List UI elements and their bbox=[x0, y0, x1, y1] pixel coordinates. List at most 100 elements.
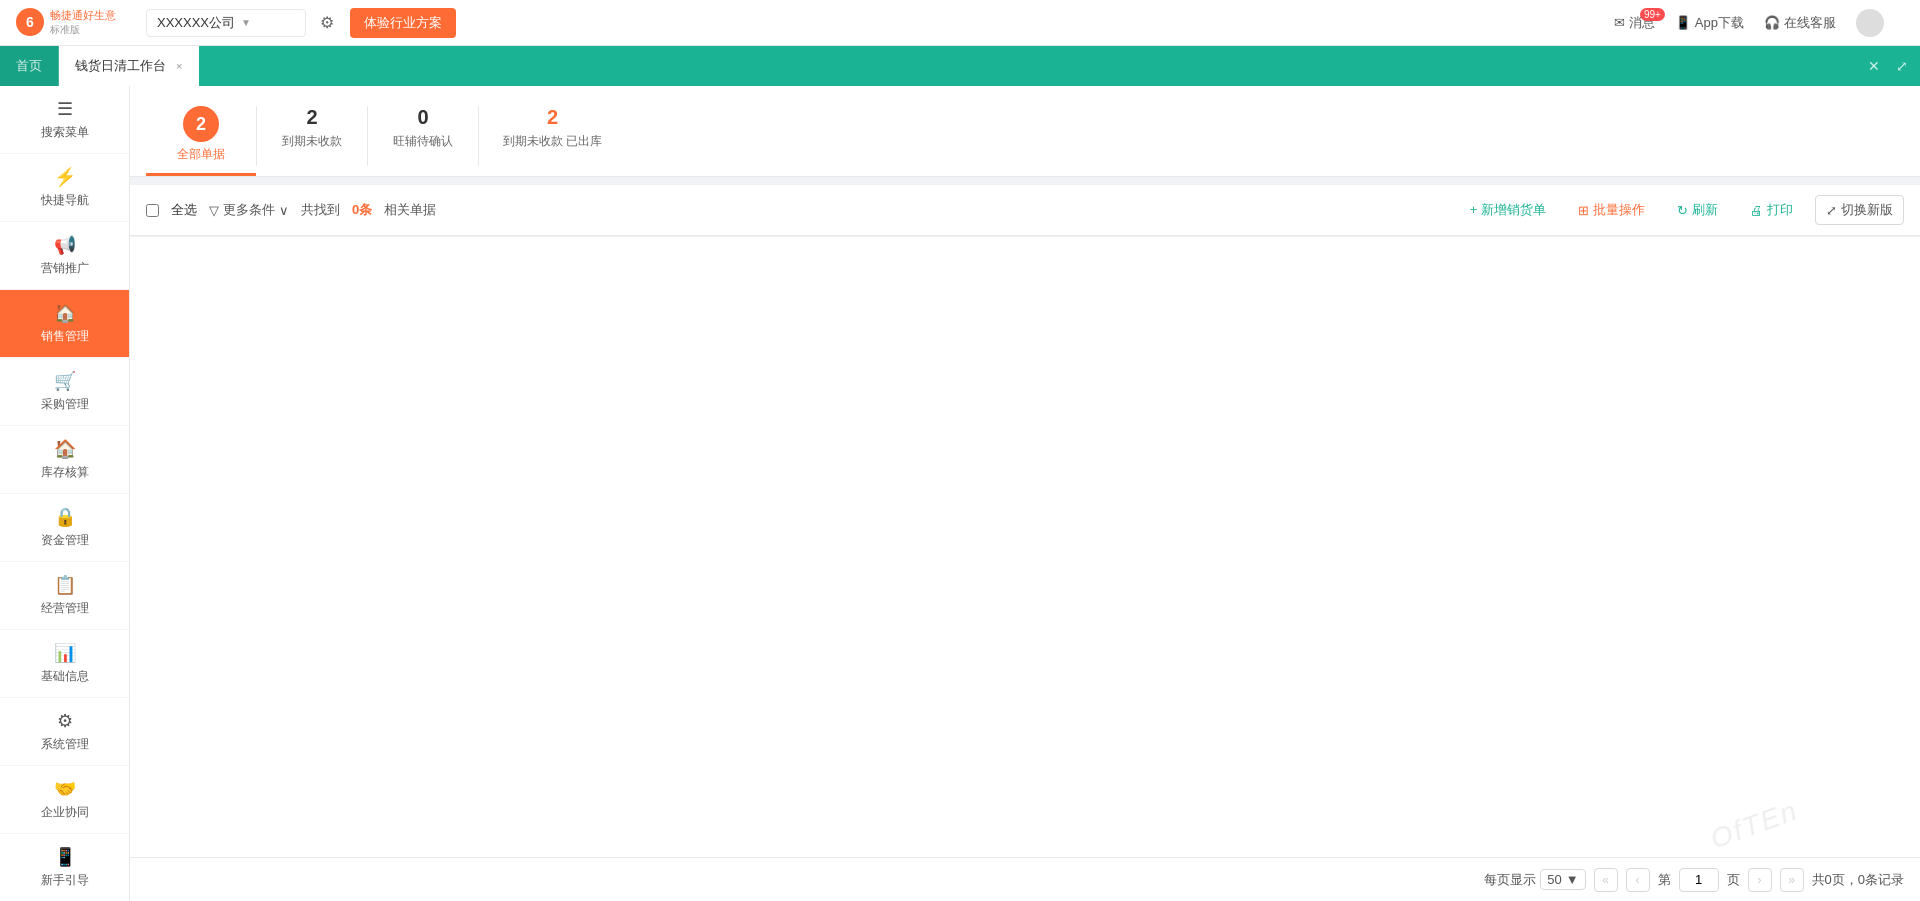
sidebar-item-enterprise[interactable]: 🤝 企业协同 bbox=[0, 766, 129, 834]
tab-home[interactable]: 首页 bbox=[0, 46, 59, 86]
enterprise-icon: 🤝 bbox=[54, 778, 76, 800]
page-size-value: 50 bbox=[1547, 872, 1561, 887]
sidebar-item-marketing[interactable]: 📢 营销推广 bbox=[0, 222, 129, 290]
sidebar-label-purchase: 采购管理 bbox=[41, 396, 89, 413]
page-prefix-label: 第 bbox=[1658, 871, 1671, 889]
next-page-icon: › bbox=[1758, 873, 1762, 887]
online-service-btn[interactable]: 🎧 在线客服 bbox=[1764, 14, 1836, 32]
next-page-btn[interactable]: › bbox=[1748, 868, 1772, 892]
first-page-icon: « bbox=[1602, 873, 1609, 887]
stat-count-pending: 0 bbox=[417, 106, 428, 129]
stat-count-all: 2 bbox=[183, 106, 219, 142]
message-icon: ✉ bbox=[1614, 15, 1625, 30]
page-size-select: 每页显示 50 ▼ bbox=[1484, 869, 1585, 890]
prev-page-icon: ‹ bbox=[1636, 873, 1640, 887]
header-right: ✉ 消息 99+ 📱 App下载 🎧 在线客服 bbox=[1614, 9, 1904, 37]
message-badge: 99+ bbox=[1640, 8, 1665, 21]
message-btn[interactable]: ✉ 消息 99+ bbox=[1614, 14, 1655, 32]
sidebar-item-sales[interactable]: 🏠 销售管理 bbox=[0, 290, 129, 358]
tab-minimize-icon[interactable]: ✕ bbox=[1864, 54, 1884, 78]
stat-tab-overdue[interactable]: 2 到期未收款 bbox=[257, 98, 367, 176]
sidebar-item-base-info[interactable]: 📊 基础信息 bbox=[0, 630, 129, 698]
logo-badge: 标准版 bbox=[50, 23, 116, 37]
sidebar-label-finance: 资金管理 bbox=[41, 532, 89, 549]
print-icon: 🖨 bbox=[1750, 203, 1763, 218]
page-size-label: 每页显示 bbox=[1484, 871, 1536, 889]
stat-tab-overdue-shipped[interactable]: 2 到期未收款 已出库 bbox=[479, 98, 626, 176]
app-download-icon: 📱 bbox=[1675, 15, 1691, 30]
sidebar-item-inventory[interactable]: 🏠 库存核算 bbox=[0, 426, 129, 494]
stat-count-overdue-shipped: 2 bbox=[547, 106, 558, 129]
logo-icon: 6 bbox=[16, 8, 44, 36]
sidebar-item-purchase[interactable]: 🛒 采购管理 bbox=[0, 358, 129, 426]
online-service-label: 在线客服 bbox=[1784, 14, 1836, 32]
company-selector[interactable]: XXXXXX公司 ▼ bbox=[146, 9, 306, 37]
avatar[interactable] bbox=[1856, 9, 1884, 37]
stats-tabs: 2 全部单据 2 到期未收款 0 旺辅待确认 2 到期未收款 已出库 bbox=[130, 86, 1920, 177]
add-order-label: + 新增销货单 bbox=[1470, 201, 1546, 219]
app-download-btn[interactable]: 📱 App下载 bbox=[1675, 14, 1744, 32]
sidebar-label-newcomer: 新手引导 bbox=[41, 872, 89, 889]
sidebar-label-base-info: 基础信息 bbox=[41, 668, 89, 685]
sidebar-item-operations[interactable]: 📋 经营管理 bbox=[0, 562, 129, 630]
finance-icon: 🔒 bbox=[54, 506, 76, 528]
tab-close-icon[interactable]: × bbox=[176, 60, 182, 72]
tab-active[interactable]: 钱货日清工作台 × bbox=[59, 46, 199, 86]
stat-tab-pending[interactable]: 0 旺辅待确认 bbox=[368, 98, 478, 176]
logo-area: 6 畅捷通好生意 标准版 bbox=[16, 8, 146, 36]
sidebar-item-newcomer[interactable]: 📱 新手引导 bbox=[0, 834, 129, 901]
switch-label: 切换新版 bbox=[1841, 201, 1893, 219]
select-all-label: 全选 bbox=[171, 201, 197, 219]
app-download-label: App下载 bbox=[1695, 14, 1744, 32]
stat-label-overdue-shipped: 到期未收款 已出库 bbox=[503, 133, 602, 150]
refresh-label: 刷新 bbox=[1692, 201, 1718, 219]
sidebar-item-search-menu[interactable]: ☰ 搜索菜单 bbox=[0, 86, 129, 154]
sidebar-item-system[interactable]: ⚙ 系统管理 bbox=[0, 698, 129, 766]
page-number-input[interactable] bbox=[1679, 868, 1719, 892]
settings-icon[interactable]: ⚙ bbox=[316, 9, 338, 36]
search-menu-icon: ☰ bbox=[57, 98, 73, 120]
filter-btn[interactable]: ▽ 更多条件 ∨ bbox=[209, 201, 289, 219]
experience-btn[interactable]: 体验行业方案 bbox=[350, 8, 456, 38]
page-size-box[interactable]: 50 ▼ bbox=[1540, 869, 1585, 890]
first-page-btn[interactable]: « bbox=[1594, 868, 1618, 892]
company-name: XXXXXX公司 bbox=[157, 14, 235, 32]
refresh-btn[interactable]: ↻ 刷新 bbox=[1667, 196, 1728, 224]
marketing-icon: 📢 bbox=[54, 234, 76, 256]
tab-active-label: 钱货日清工作台 bbox=[75, 57, 166, 75]
company-dropdown-arrow: ▼ bbox=[241, 17, 251, 28]
stat-label-pending: 旺辅待确认 bbox=[393, 133, 453, 150]
switch-version-btn[interactable]: ⤢ 切换新版 bbox=[1815, 195, 1904, 225]
sidebar-label-quick-nav: 快捷导航 bbox=[41, 192, 89, 209]
page-size-dropdown-icon: ▼ bbox=[1566, 872, 1579, 887]
logo-text: 畅捷通好生意 bbox=[50, 8, 116, 22]
stat-tab-all[interactable]: 2 全部单据 bbox=[146, 98, 256, 176]
tab-expand-icon[interactable]: ⤢ bbox=[1892, 54, 1912, 78]
refresh-icon: ↻ bbox=[1677, 203, 1688, 218]
top-header: 6 畅捷通好生意 标准版 XXXXXX公司 ▼ ⚙ 体验行业方案 ✉ 消息 99… bbox=[0, 0, 1920, 46]
inventory-icon: 🏠 bbox=[54, 438, 76, 460]
filter-dropdown-icon: ∨ bbox=[279, 203, 289, 218]
sidebar: ☰ 搜索菜单 ⚡ 快捷导航 📢 营销推广 🏠 销售管理 🛒 采购管理 🏠 库存核… bbox=[0, 86, 130, 901]
sidebar-label-operations: 经营管理 bbox=[41, 600, 89, 617]
sidebar-label-search-menu: 搜索菜单 bbox=[41, 124, 89, 141]
purchase-icon: 🛒 bbox=[54, 370, 76, 392]
sidebar-item-finance[interactable]: 🔒 资金管理 bbox=[0, 494, 129, 562]
last-page-icon: » bbox=[1788, 873, 1795, 887]
tab-home-label: 首页 bbox=[16, 57, 42, 75]
stat-label-all: 全部单据 bbox=[177, 146, 225, 163]
last-page-btn[interactable]: » bbox=[1780, 868, 1804, 892]
batch-btn[interactable]: ⊞ 批量操作 bbox=[1568, 196, 1655, 224]
total-info: 共0页，0条记录 bbox=[1812, 871, 1904, 889]
select-all-checkbox[interactable] bbox=[146, 204, 159, 217]
sidebar-label-inventory: 库存核算 bbox=[41, 464, 89, 481]
print-btn[interactable]: 🖨 打印 bbox=[1740, 196, 1803, 224]
quick-nav-icon: ⚡ bbox=[54, 166, 76, 188]
print-label: 打印 bbox=[1767, 201, 1793, 219]
sidebar-item-quick-nav[interactable]: ⚡ 快捷导航 bbox=[0, 154, 129, 222]
pagination-bar: 每页显示 50 ▼ « ‹ 第 页 › » 共0页，0条记录 bbox=[130, 857, 1920, 901]
sidebar-label-enterprise: 企业协同 bbox=[41, 804, 89, 821]
add-order-btn[interactable]: + 新增销货单 bbox=[1460, 196, 1556, 224]
prev-page-btn[interactable]: ‹ bbox=[1626, 868, 1650, 892]
system-icon: ⚙ bbox=[57, 710, 73, 732]
